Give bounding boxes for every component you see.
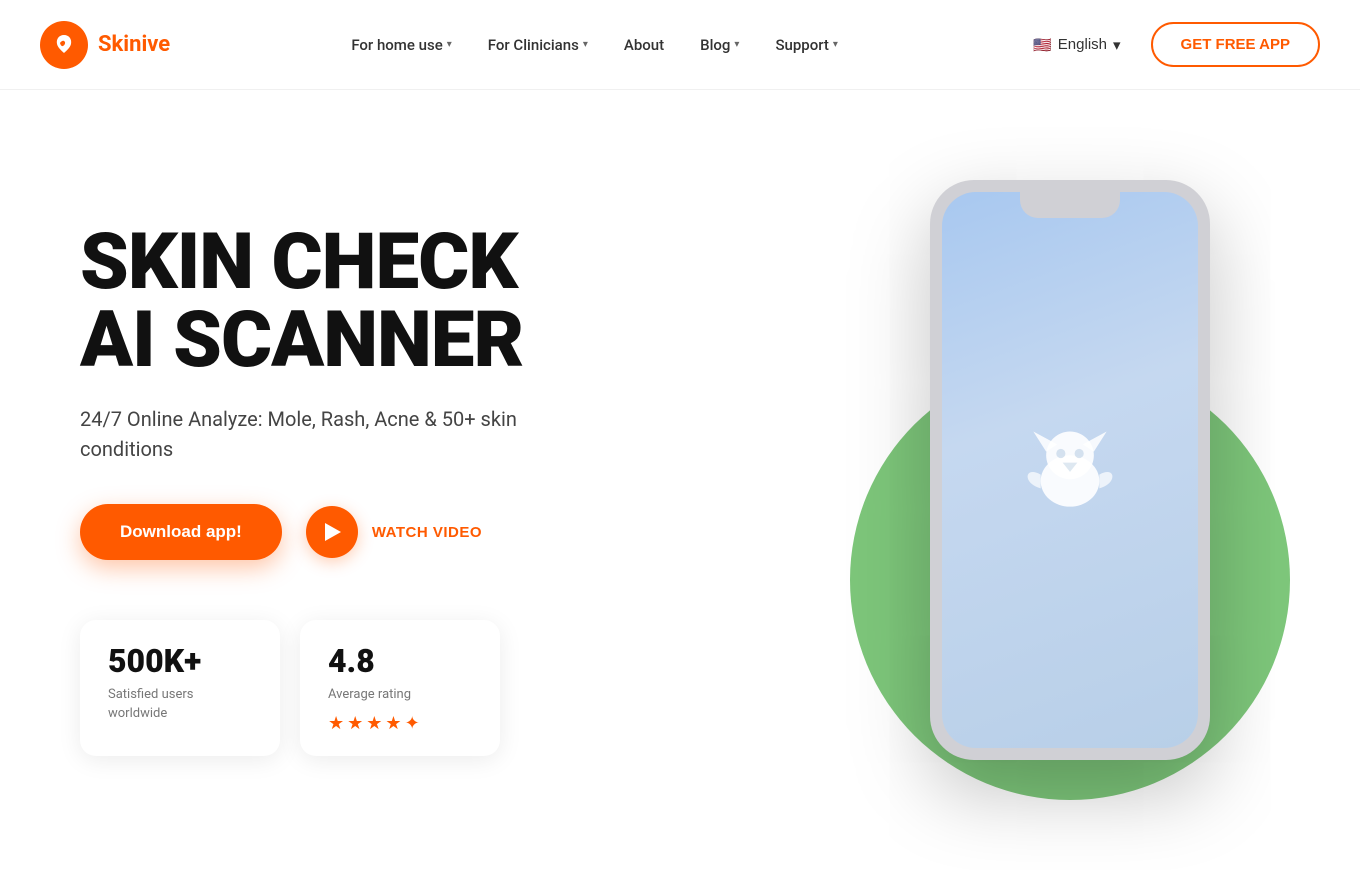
nav-item-support[interactable]: Support ▾ (761, 28, 852, 62)
nav-link-for-clinicians[interactable]: For Clinicians ▾ (474, 28, 602, 62)
nav-link-support[interactable]: Support ▾ (761, 28, 852, 62)
hero-section: SKIN CHECK AI SCANNER 24/7 Online Analyz… (0, 90, 1360, 870)
stat-label-rating: Average rating (328, 686, 472, 704)
nav-link-for-home-use[interactable]: For home use ▾ (337, 28, 465, 62)
star-1: ★ (328, 713, 344, 734)
nav-item-blog[interactable]: Blog ▾ (686, 28, 753, 62)
nav-link-about[interactable]: About (610, 28, 678, 62)
chevron-down-icon: ▾ (833, 39, 838, 50)
stat-card-users: 500K+ Satisfied users worldwide (80, 620, 280, 755)
language-selector[interactable]: 🇺🇸 English ▾ (1019, 28, 1134, 62)
chevron-down-icon: ▾ (583, 39, 588, 50)
star-3: ★ (366, 713, 382, 734)
stat-card-rating: 4.8 Average rating ★ ★ ★ ★ ✦ (300, 620, 500, 755)
chevron-down-icon: ▾ (1113, 36, 1121, 54)
chevron-down-icon: ▾ (447, 39, 452, 50)
star-2: ★ (347, 713, 363, 734)
logo-text: Skinive (98, 32, 170, 57)
hero-subtitle: 24/7 Online Analyze: Mole, Rash, Acne & … (80, 404, 520, 464)
get-free-app-button[interactable]: GET FREE APP (1151, 22, 1320, 67)
play-triangle (325, 523, 341, 541)
stat-number-rating: 4.8 (328, 642, 472, 680)
hero-title: SKIN CHECK AI SCANNER (80, 224, 523, 380)
logo-icon (40, 21, 88, 69)
hero-phone-mockup (860, 150, 1280, 830)
stat-label-users: Satisfied users worldwide (108, 686, 252, 722)
app-logo-on-screen (1005, 405, 1135, 535)
star-rating: ★ ★ ★ ★ ✦ (328, 713, 472, 734)
flag-icon: 🇺🇸 (1033, 36, 1052, 54)
download-app-button[interactable]: Download app! (80, 504, 282, 560)
nav-link-blog[interactable]: Blog ▾ (686, 28, 753, 62)
nav-item-for-clinicians[interactable]: For Clinicians ▾ (474, 28, 602, 62)
chevron-down-icon: ▾ (734, 39, 739, 50)
play-icon (306, 506, 358, 558)
star-half: ✦ (405, 713, 420, 734)
stats-row: 500K+ Satisfied users worldwide 4.8 Aver… (80, 620, 523, 755)
watch-video-button[interactable]: WATCH VIDEO (306, 506, 482, 558)
navigation: Skinive For home use ▾ For Clinicians ▾ … (0, 0, 1360, 90)
phone-notch (1020, 192, 1120, 218)
hero-actions: Download app! WATCH VIDEO (80, 504, 523, 560)
stat-number-users: 500K+ (108, 642, 252, 680)
phone-outer (930, 180, 1210, 760)
nav-item-for-home-use[interactable]: For home use ▾ (337, 28, 465, 62)
nav-links: For home use ▾ For Clinicians ▾ About Bl… (337, 28, 852, 62)
star-4: ★ (385, 713, 401, 734)
hero-content: SKIN CHECK AI SCANNER 24/7 Online Analyz… (80, 224, 523, 755)
logo-link[interactable]: Skinive (40, 21, 170, 69)
nav-item-about[interactable]: About (610, 28, 678, 62)
nav-right: 🇺🇸 English ▾ GET FREE APP (1019, 22, 1320, 67)
phone-screen (942, 192, 1198, 748)
